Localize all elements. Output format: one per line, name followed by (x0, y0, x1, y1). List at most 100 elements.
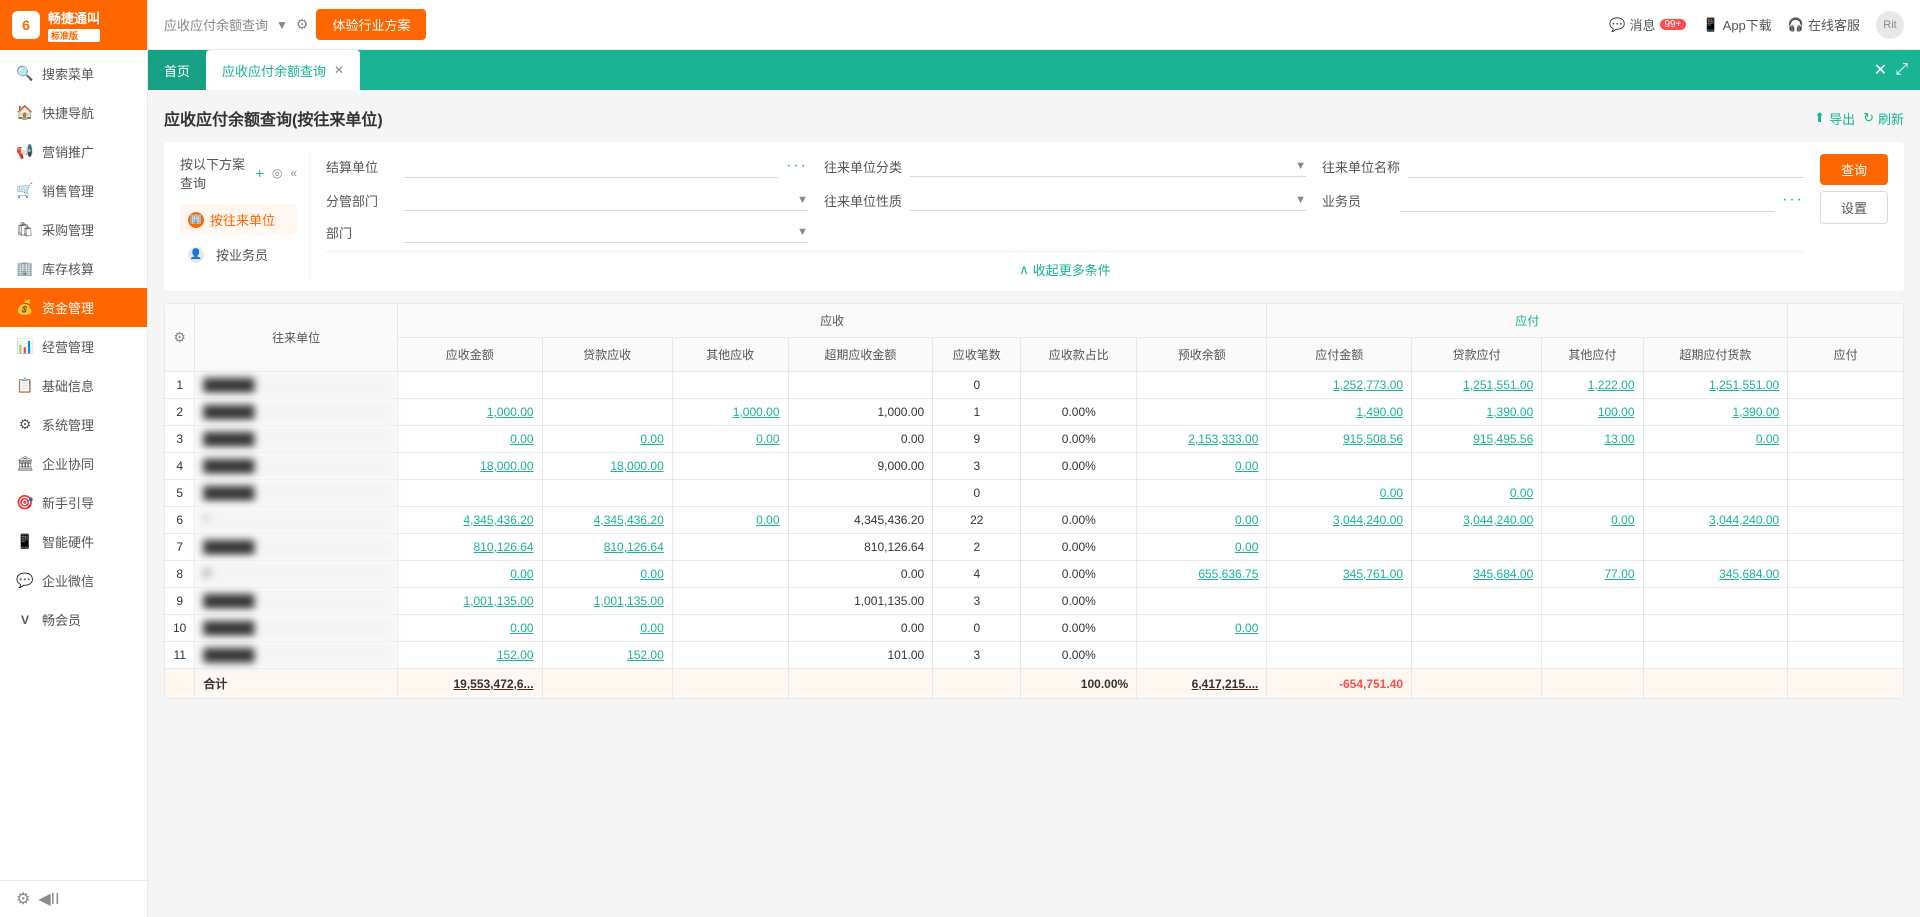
app-download-button[interactable]: 📱 App下载 (1702, 15, 1771, 34)
chevron-up-icon: ∧ (1019, 262, 1029, 278)
sidebar-item-guide[interactable]: 🎯 新手引导 (0, 483, 147, 522)
tab-bar-right: ✕ ⤢ (1874, 60, 1920, 80)
page-actions: ⬆ 导出 ↻ 刷新 (1814, 109, 1904, 128)
ar-prepay-header: 预收余额 (1137, 338, 1267, 372)
sidebar-item-purchase[interactable]: 🛍 采购管理 (0, 210, 147, 249)
sidebar-item-enterprise[interactable]: 🏛 企业协同 (0, 444, 147, 483)
sidebar-item-wechat[interactable]: 💬 企业微信 (0, 561, 147, 600)
scheme-item-by-unit[interactable]: 🏢 按往来单位 (180, 204, 297, 235)
filter-field-unit-name: 往来单位名称 (1322, 154, 1804, 178)
table-row: 3 ██████ 0.00 0.00 0.00 0.00 9 0.00% 2,1… (165, 426, 1904, 453)
header-gear-icon[interactable]: ⚙ (296, 16, 309, 33)
export-button[interactable]: ⬆ 导出 (1814, 109, 1855, 128)
sales-icon: 🛒 (16, 182, 34, 200)
filter-more-conditions[interactable]: ∧ 收起更多条件 (326, 251, 1804, 279)
sidebar-item-system[interactable]: ⚙ 系统管理 (0, 405, 147, 444)
message-icon: 💬 (1609, 17, 1625, 33)
filter-add-button[interactable]: + (256, 165, 264, 181)
header-left: 应收应付余额查询 ▼ ⚙ 体验行业方案 (164, 9, 426, 40)
home-icon: 🏠 (16, 104, 34, 122)
refresh-button[interactable]: ↻ 刷新 (1863, 109, 1904, 128)
marketing-icon: 📢 (16, 143, 34, 161)
table-row: 4 ██████ 18,000.00 18,000.00 9,000.00 3 … (165, 453, 1904, 480)
filter-field-settlement-unit: 结算单位 ··· (326, 154, 808, 178)
sidebar-item-base-info[interactable]: 📋 基础信息 (0, 366, 147, 405)
data-table: ⚙ 往来单位 应收 应付 应收金额 贷款应收 其他应收 超期应收金额 应收笔数 … (164, 303, 1904, 699)
sidebar-settings-button[interactable]: ⚙ (16, 889, 30, 909)
filter-wrapper: 按以下方案查询 + ◎ « 🏢 按往来单位 👤 (164, 142, 1904, 291)
tab-close-icon[interactable]: ✕ (334, 63, 344, 77)
user-menu[interactable]: Rit (1876, 11, 1904, 39)
message-button[interactable]: 💬 消息 99+ (1609, 15, 1686, 34)
unit-col-header: 往来单位 (195, 304, 398, 372)
search-icon: 🔍 (16, 65, 34, 83)
ap-other-header: 其他应付 (1542, 338, 1643, 372)
app-icon: 📱 (1702, 17, 1718, 33)
filter-row-2: 分管部门 ▼ 往来单位性质 ▼ (326, 188, 1804, 212)
query-button[interactable]: 查询 (1820, 154, 1888, 185)
ap-amount-header: 应付金额 (1267, 338, 1412, 372)
settlement-unit-dots-icon[interactable]: ··· (786, 157, 808, 175)
base-info-icon: 📋 (16, 377, 34, 395)
header-dropdown-icon[interactable]: ▼ (276, 18, 288, 32)
sidebar-item-finance[interactable]: 💰 资金管理 (0, 288, 147, 327)
table-row: 1 ██████ 0 1,252,773.00 1,251,551.00 1,2… (165, 372, 1904, 399)
ar-ratio-header: 应收款占比 (1021, 338, 1137, 372)
sidebar-menu: 🔍 搜索菜单 🏠 快捷导航 📢 营销推广 🛒 销售管理 🛍 采购管理 🏢 库存核… (0, 50, 147, 880)
filter-field-salesperson: 业务员 ··· (1322, 188, 1804, 212)
page-header: 应收应付余额查询(按往来单位) ⬆ 导出 ↻ 刷新 (164, 106, 1904, 130)
sidebar-item-member[interactable]: V 畅会员 (0, 600, 147, 639)
dept-select[interactable]: ▼ (404, 222, 808, 243)
table-row: 7 ██████ 810,126.64 810,126.64 810,126.6… (165, 534, 1904, 561)
header: 应收应付余额查询 ▼ ⚙ 体验行业方案 💬 消息 99+ 📱 App下载 🎧 在… (148, 0, 1920, 50)
unit-nature-select[interactable]: ▼ (910, 190, 1306, 211)
sidebar-item-sales[interactable]: 🛒 销售管理 (0, 171, 147, 210)
dept-manage-select[interactable]: ▼ (404, 190, 808, 211)
sidebar-item-inventory[interactable]: 🏢 库存核算 (0, 249, 147, 288)
export-icon: ⬆ (1814, 110, 1825, 126)
dept-manage-arrow-icon: ▼ (797, 194, 808, 206)
sidebar-item-operations[interactable]: 📊 经营管理 (0, 327, 147, 366)
table-row: 9 ██████ 1,001,135.00 1,001,135.00 1,001… (165, 588, 1904, 615)
unit-category-select[interactable]: ▼ (910, 156, 1306, 177)
filter-row-3: 部门 ▼ (326, 222, 1804, 243)
header-cta-button[interactable]: 体验行业方案 (316, 9, 426, 40)
tab-close-window-icon[interactable]: ✕ (1874, 60, 1887, 80)
tab-home[interactable]: 首页 (148, 50, 206, 90)
dept-arrow-icon: ▼ (797, 226, 808, 238)
filter-collapse-icon[interactable]: « (290, 166, 297, 180)
sidebar-item-marketing[interactable]: 📢 营销推广 (0, 132, 147, 171)
table-row: 6 ^ 4,345,436.20 4,345,436.20 0.00 4,345… (165, 507, 1904, 534)
tab-ar-ap[interactable]: 应收应付余额查询 ✕ (206, 50, 360, 90)
ar-group-header: 应收 (397, 304, 1266, 338)
online-service-button[interactable]: 🎧 在线客服 (1788, 15, 1860, 34)
table-row: 8 P 0.00 0.00 0.00 4 0.00% 655,636.75 34… (165, 561, 1904, 588)
settlement-unit-input[interactable] (404, 154, 778, 178)
sidebar-item-quick-nav[interactable]: 🏠 快捷导航 (0, 93, 147, 132)
finance-icon: 💰 (16, 299, 34, 317)
operations-icon: 📊 (16, 338, 34, 356)
sidebar-collapse-button[interactable]: ◀II (38, 889, 59, 909)
scheme-item-by-staff[interactable]: 👤 按业务员 (180, 239, 297, 270)
ap-loan-header: 贷款应付 (1412, 338, 1542, 372)
ap-extra-col-header: 应付 (1788, 338, 1904, 372)
filter-header: 按以下方案查询 + ◎ « (180, 154, 297, 192)
tab-maximize-icon[interactable]: ⤢ (1895, 61, 1908, 79)
salesperson-dots-icon[interactable]: ··· (1782, 191, 1804, 209)
salesperson-input[interactable] (1400, 188, 1774, 212)
table-settings-icon[interactable]: ⚙ (173, 329, 186, 345)
filter-settings-button[interactable]: 设置 (1820, 191, 1888, 224)
tab-bar: 首页 应收应付余额查询 ✕ ✕ ⤢ (148, 50, 1920, 90)
sidebar-item-smart-hw[interactable]: 📱 智能硬件 (0, 522, 147, 561)
unit-name-input[interactable] (1408, 154, 1804, 178)
sidebar-footer: ⚙ ◀II (0, 880, 147, 917)
service-icon: 🎧 (1788, 17, 1804, 33)
filter-field-dept: 部门 ▼ (326, 222, 808, 243)
ap-group-header: 应付 (1267, 304, 1788, 338)
sidebar-item-search[interactable]: 🔍 搜索菜单 (0, 54, 147, 93)
inventory-icon: 🏢 (16, 260, 34, 278)
data-table-wrapper: ⚙ 往来单位 应收 应付 应收金额 贷款应收 其他应收 超期应收金额 应收笔数 … (164, 303, 1904, 699)
filter-scheme-settings-icon[interactable]: ◎ (272, 166, 282, 180)
unit-category-arrow-icon: ▼ (1295, 160, 1306, 172)
settings-col-header: ⚙ (165, 304, 195, 372)
